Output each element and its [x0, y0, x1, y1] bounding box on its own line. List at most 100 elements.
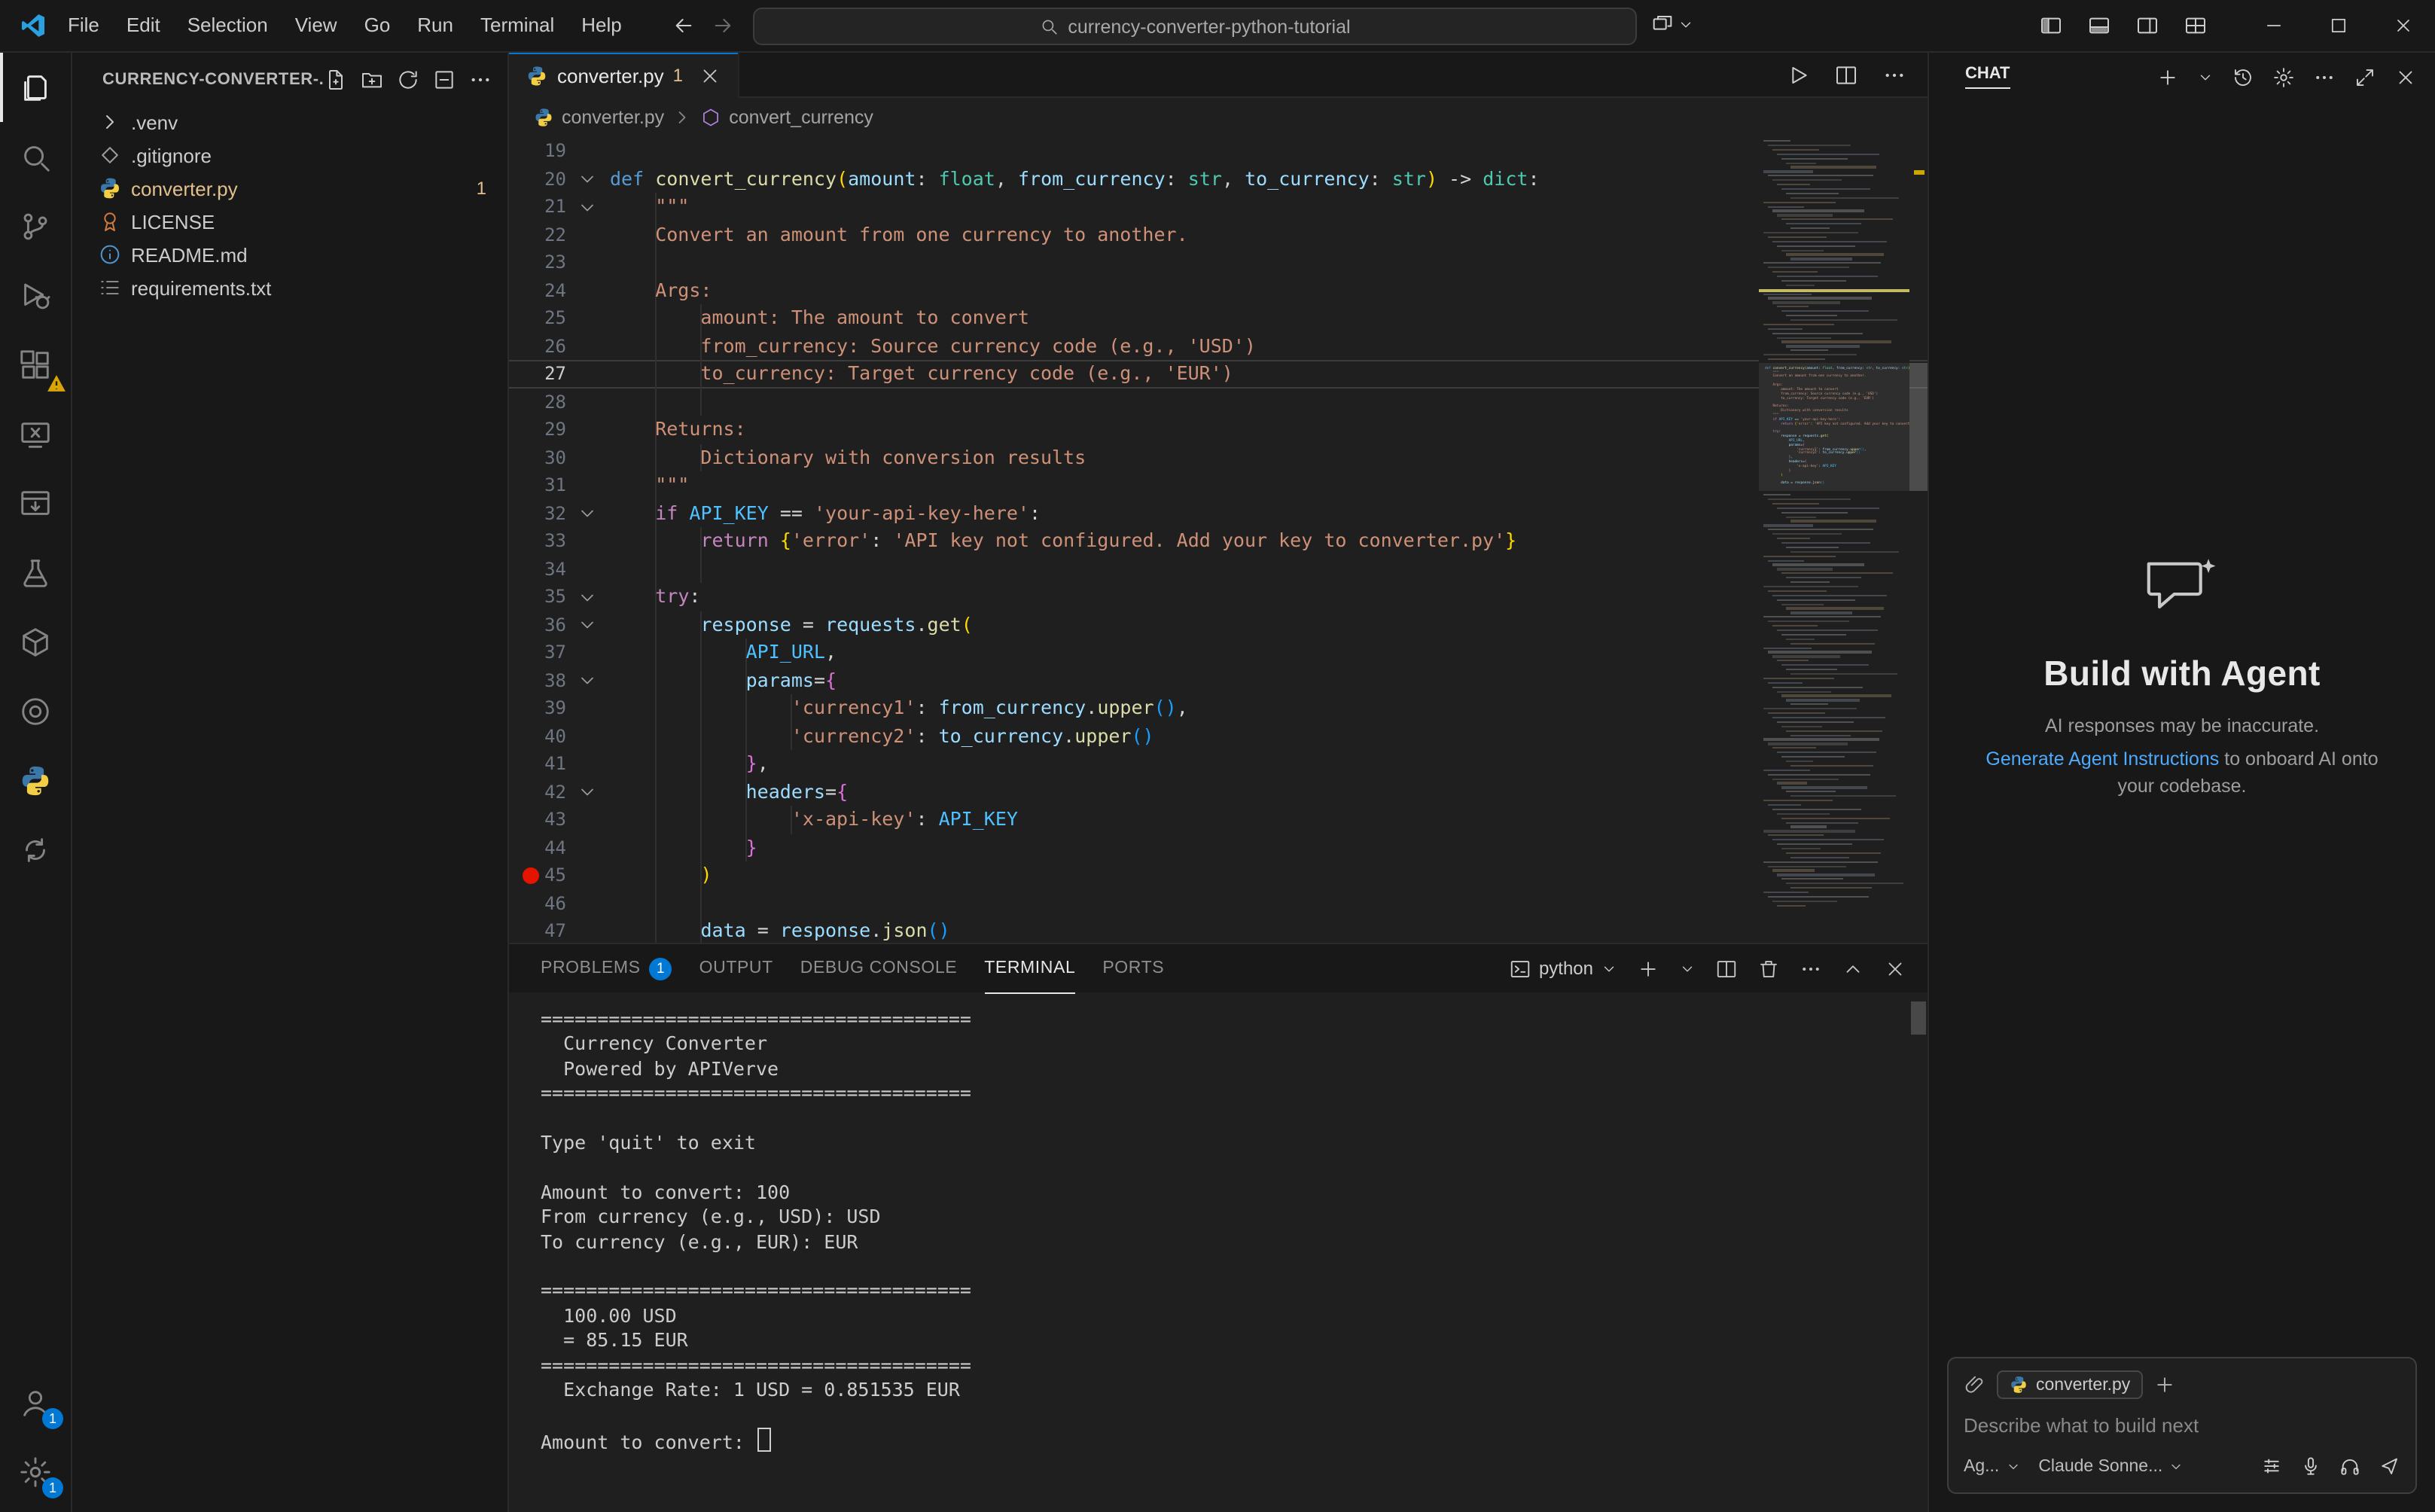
activitybar-remote-explorer[interactable] — [0, 468, 71, 538]
chat-more-actions-button[interactable] — [2313, 66, 2336, 88]
new-file-button[interactable] — [324, 67, 348, 91]
code-line-19[interactable]: 19 — [509, 137, 1928, 165]
line-number[interactable]: 47 — [509, 917, 566, 943]
code-line-28[interactable]: 28 — [509, 388, 1928, 416]
panel-tab-terminal[interactable]: TERMINAL — [984, 944, 1076, 994]
terminal-shell-picker[interactable]: python — [1509, 957, 1617, 980]
line-number[interactable]: 41 — [509, 750, 566, 778]
code-line-47[interactable]: 47 data = response.json() — [509, 917, 1928, 943]
activitybar-tool-extension[interactable] — [0, 676, 71, 745]
toggle-secondary-sidebar-button[interactable] — [2135, 14, 2159, 38]
line-number[interactable]: 31 — [509, 471, 566, 499]
code-line-20[interactable]: 20 def convert_currency(amount: float, fr… — [509, 165, 1928, 193]
activitybar-live-preview[interactable] — [0, 399, 71, 468]
code-line-42[interactable]: 42 headers={ — [509, 778, 1928, 806]
tree-item--venv[interactable]: .venv — [72, 105, 507, 139]
activitybar-sync-extension[interactable] — [0, 815, 71, 884]
tree-item-converter-py[interactable]: converter.py 1 — [72, 172, 507, 205]
line-number[interactable]: 42 — [509, 778, 566, 806]
code-line-30[interactable]: 30 Dictionary with conversion results — [509, 444, 1928, 471]
code-line-40[interactable]: 40 'currency2': to_currency.upper() — [509, 722, 1928, 750]
line-number[interactable]: 30 — [509, 444, 566, 471]
maximize-button[interactable] — [2305, 0, 2370, 51]
line-number[interactable]: 21 — [509, 193, 566, 221]
breadcrumb[interactable]: converter.py convert_currency — [509, 98, 1928, 137]
code-line-44[interactable]: 44 } — [509, 834, 1928, 861]
line-number[interactable]: 35 — [509, 583, 566, 611]
code-line-22[interactable]: 22 Convert an amount from one currency t… — [509, 221, 1928, 248]
line-number[interactable]: 22 — [509, 221, 566, 248]
editor-more-actions-button[interactable] — [1882, 62, 1906, 87]
collapse-folders-button[interactable] — [432, 67, 456, 91]
line-number[interactable]: 39 — [509, 694, 566, 722]
code-line-45[interactable]: 45 ) — [509, 861, 1928, 889]
menu-help[interactable]: Help — [568, 9, 635, 42]
line-number[interactable]: 44 — [509, 834, 566, 861]
panel-tab-problems[interactable]: PROBLEMS 1 — [541, 944, 672, 994]
code-line-25[interactable]: 25 amount: The amount to convert — [509, 304, 1928, 332]
code-line-33[interactable]: 33 return {'error': 'API key not configu… — [509, 527, 1928, 555]
send-button[interactable] — [2378, 1455, 2400, 1477]
close-panel-button[interactable] — [1884, 957, 1906, 980]
menu-go[interactable]: Go — [351, 9, 404, 42]
tree-item-requirements-txt[interactable]: requirements.txt — [72, 271, 507, 304]
maximize-panel-button[interactable] — [1842, 957, 1864, 980]
line-number[interactable]: 34 — [509, 555, 566, 583]
attach-context-button[interactable] — [1964, 1373, 1986, 1396]
new-folder-button[interactable] — [360, 67, 384, 91]
panel-tab-debug-console[interactable]: DEBUG CONSOLE — [800, 944, 957, 994]
panel-more-actions-button[interactable] — [1800, 957, 1822, 980]
code-line-23[interactable]: 23 — [509, 248, 1928, 276]
breadcrumb-symbol[interactable]: convert_currency — [729, 107, 873, 128]
menu-file[interactable]: File — [54, 9, 113, 42]
new-terminal-button[interactable] — [1637, 957, 1659, 980]
customize-layout-button[interactable] — [2184, 14, 2208, 38]
line-number[interactable]: 23 — [509, 248, 566, 276]
breadcrumb-file[interactable]: converter.py — [562, 107, 664, 128]
model-picker[interactable]: Claude Sonne... — [2038, 1457, 2184, 1475]
menu-selection[interactable]: Selection — [174, 9, 282, 42]
line-number[interactable]: 40 — [509, 722, 566, 750]
code-line-37[interactable]: 37 API_URL, — [509, 639, 1928, 666]
generate-agent-instructions-link[interactable]: Generate Agent Instructions — [1985, 748, 2219, 770]
split-terminal-button[interactable] — [1715, 957, 1738, 980]
new-chat-dropdown[interactable] — [2197, 69, 2214, 85]
chat-view-title[interactable]: CHAT — [1965, 65, 2010, 89]
line-number[interactable]: 33 — [509, 527, 566, 555]
code-line-36[interactable]: 36 response = requests.get( — [509, 611, 1928, 639]
code-line-46[interactable]: 46 — [509, 889, 1928, 917]
forward-button[interactable] — [711, 14, 735, 38]
activitybar-containers[interactable] — [0, 607, 71, 676]
line-number[interactable]: 29 — [509, 416, 566, 444]
line-number[interactable]: 20 — [509, 165, 566, 193]
code-line-41[interactable]: 41 }, — [509, 750, 1928, 778]
line-number[interactable]: 36 — [509, 611, 566, 639]
add-context-button[interactable] — [2153, 1373, 2175, 1396]
activitybar-explorer[interactable] — [0, 53, 71, 122]
kill-terminal-button[interactable] — [1757, 957, 1780, 980]
line-number[interactable]: 32 — [509, 499, 566, 527]
code-line-39[interactable]: 39 'currency1': from_currency.upper(), — [509, 694, 1928, 722]
code-line-29[interactable]: 29 Returns: — [509, 416, 1928, 444]
menu-run[interactable]: Run — [404, 9, 467, 42]
terminal-scrollbar[interactable] — [1911, 1001, 1926, 1035]
code-line-21[interactable]: 21 """ — [509, 193, 1928, 221]
chat-input-placeholder[interactable]: Describe what to build next — [1964, 1414, 2400, 1437]
code-line-27[interactable]: 27 to_currency: Target currency code (e.… — [509, 360, 1928, 388]
scrollbar-thumb[interactable] — [1909, 363, 1928, 491]
panel-tab-output[interactable]: OUTPUT — [699, 944, 773, 994]
minimap-slider[interactable] — [1759, 363, 1909, 491]
panel-tab-ports[interactable]: PORTS — [1102, 944, 1164, 994]
toggle-panel-button[interactable] — [2087, 14, 2111, 38]
tree-item-readme-md[interactable]: README.md — [72, 238, 507, 271]
run-python-file-button[interactable] — [1786, 62, 1810, 87]
back-button[interactable] — [672, 14, 696, 38]
expand-chat-button[interactable] — [2354, 66, 2376, 88]
close-chat-button[interactable] — [2394, 66, 2417, 88]
attached-file-chip[interactable]: converter.py — [1997, 1370, 2143, 1399]
toggle-sidebar-button[interactable] — [2039, 14, 2063, 38]
line-number[interactable]: 27 — [509, 360, 566, 388]
code-line-32[interactable]: 32 if API_KEY == 'your-api-key-here': — [509, 499, 1928, 527]
activitybar-search[interactable] — [0, 122, 71, 191]
line-number[interactable]: 25 — [509, 304, 566, 332]
